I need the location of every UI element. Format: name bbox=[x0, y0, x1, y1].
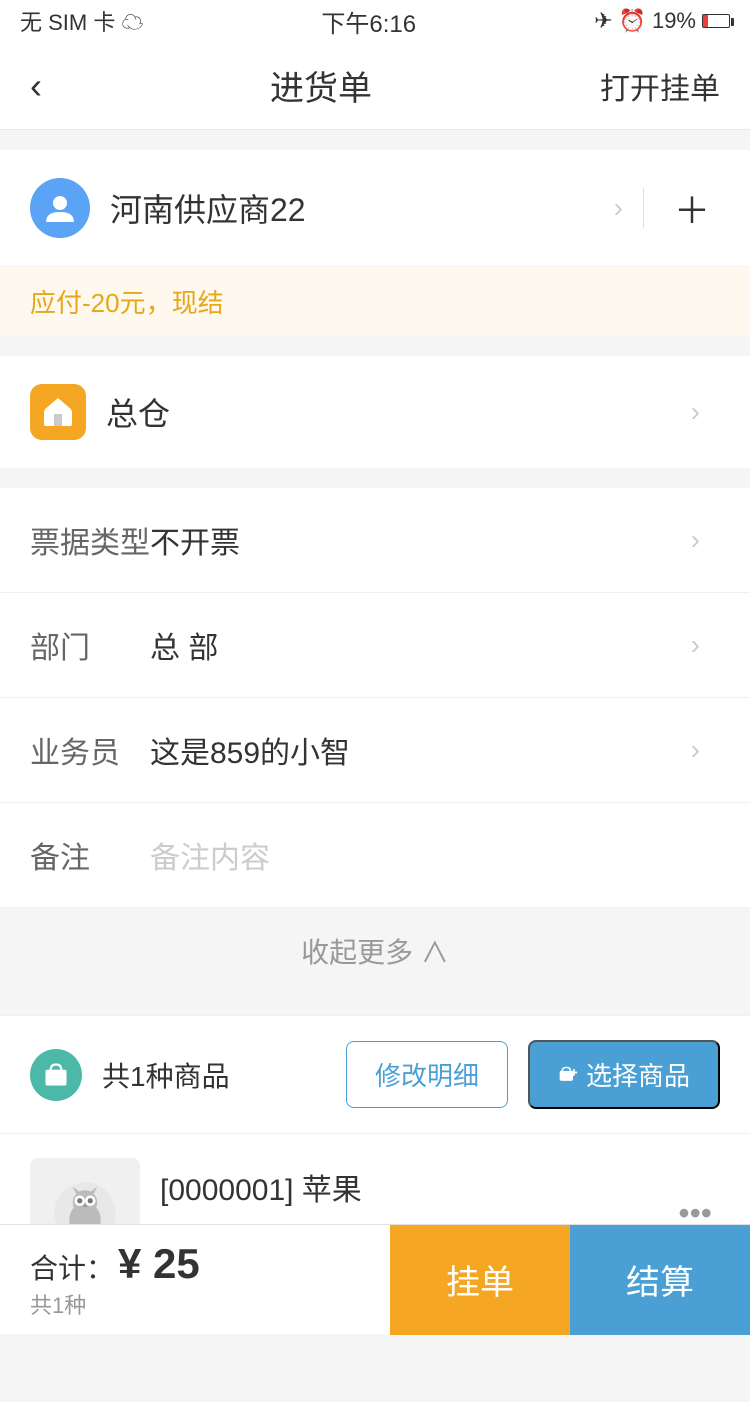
status-right: ✈ ⏰ 19% bbox=[594, 8, 730, 34]
bottom-bar: 合计： ¥ 25 共1种 挂单 结算 bbox=[0, 1224, 750, 1334]
warehouse-row[interactable]: 总仓 › bbox=[0, 356, 750, 468]
form-card: 票据类型 不开票 › 部门 总 部 › 业务员 这是859的小智 › 备注 备注… bbox=[0, 488, 750, 907]
supplier-avatar bbox=[30, 178, 90, 238]
supplier-row[interactable]: 河南供应商22 › ＋ bbox=[0, 150, 750, 267]
supplier-name: 河南供应商22 bbox=[110, 185, 614, 231]
sales-row[interactable]: 业务员 这是859的小智 › bbox=[0, 697, 750, 802]
dept-chevron-icon: › bbox=[691, 629, 700, 661]
products-icon bbox=[30, 1049, 82, 1101]
sales-chevron-icon: › bbox=[691, 734, 700, 766]
gap-4 bbox=[0, 995, 750, 1015]
battery-label: 19% bbox=[652, 8, 696, 34]
checkout-button[interactable]: 结算 bbox=[570, 1225, 750, 1335]
warehouse-icon bbox=[30, 384, 86, 440]
total-amount: ¥ 25 bbox=[118, 1240, 200, 1288]
invoice-chevron-icon: › bbox=[691, 524, 700, 556]
sales-value: 这是859的小智 bbox=[150, 728, 691, 772]
product-name: [0000001] 苹果 bbox=[160, 1165, 650, 1209]
edit-detail-button[interactable]: 修改明细 bbox=[346, 1041, 508, 1108]
sim-label: 无 SIM 卡 ☁ bbox=[20, 5, 143, 37]
location-icon: ✈ bbox=[594, 8, 612, 34]
gap-1 bbox=[0, 130, 750, 150]
select-product-button[interactable]: 选择商品 bbox=[528, 1040, 720, 1109]
invoice-label: 票据类型 bbox=[30, 518, 150, 562]
note-placeholder[interactable]: 备注内容 bbox=[150, 833, 720, 877]
total-section: 合计： ¥ 25 共1种 bbox=[0, 1240, 390, 1320]
add-supplier-button[interactable]: ＋ bbox=[664, 182, 720, 234]
collapse-button[interactable]: 收起更多 ∧ bbox=[0, 907, 750, 995]
warehouse-name: 总仓 bbox=[106, 389, 691, 435]
supplier-chevron-icon: › bbox=[614, 192, 623, 224]
total-label: 合计： bbox=[30, 1247, 114, 1287]
gap-2 bbox=[0, 336, 750, 356]
dept-value: 总 部 bbox=[150, 623, 691, 667]
supplier-card: 河南供应商22 › ＋ 应付-20元，现结 bbox=[0, 150, 750, 336]
supplier-divider bbox=[643, 188, 644, 228]
status-time: 下午6:16 bbox=[321, 4, 416, 39]
open-hang-button[interactable]: 打开挂单 bbox=[600, 64, 720, 108]
alarm-icon: ⏰ bbox=[619, 8, 646, 34]
products-header: 共1种商品 修改明细 选择商品 bbox=[0, 1015, 750, 1133]
warehouse-card: 总仓 › bbox=[0, 356, 750, 468]
dept-label: 部门 bbox=[30, 623, 150, 667]
nav-bar: ‹ 进货单 打开挂单 bbox=[0, 42, 750, 130]
products-count: 共1种商品 bbox=[102, 1055, 326, 1095]
invoice-row[interactable]: 票据类型 不开票 › bbox=[0, 488, 750, 592]
supplier-notice: 应付-20元，现结 bbox=[0, 267, 750, 336]
dept-row[interactable]: 部门 总 部 › bbox=[0, 592, 750, 697]
note-row[interactable]: 备注 备注内容 bbox=[0, 802, 750, 907]
select-product-label: 选择商品 bbox=[586, 1056, 690, 1093]
battery-icon bbox=[702, 14, 730, 28]
page-title: 进货单 bbox=[270, 61, 372, 110]
note-label: 备注 bbox=[30, 833, 150, 877]
invoice-value: 不开票 bbox=[150, 518, 691, 562]
status-left: 无 SIM 卡 ☁ bbox=[20, 5, 143, 37]
hang-button[interactable]: 挂单 bbox=[390, 1225, 570, 1335]
sales-label: 业务员 bbox=[30, 728, 150, 772]
back-button[interactable]: ‹ bbox=[30, 65, 42, 107]
gap-3 bbox=[0, 468, 750, 488]
status-bar: 无 SIM 卡 ☁ 下午6:16 ✈ ⏰ 19% bbox=[0, 0, 750, 42]
total-count: 共1种 bbox=[30, 1288, 360, 1320]
total-row: 合计： ¥ 25 bbox=[30, 1240, 360, 1288]
warehouse-chevron-icon: › bbox=[691, 396, 700, 428]
